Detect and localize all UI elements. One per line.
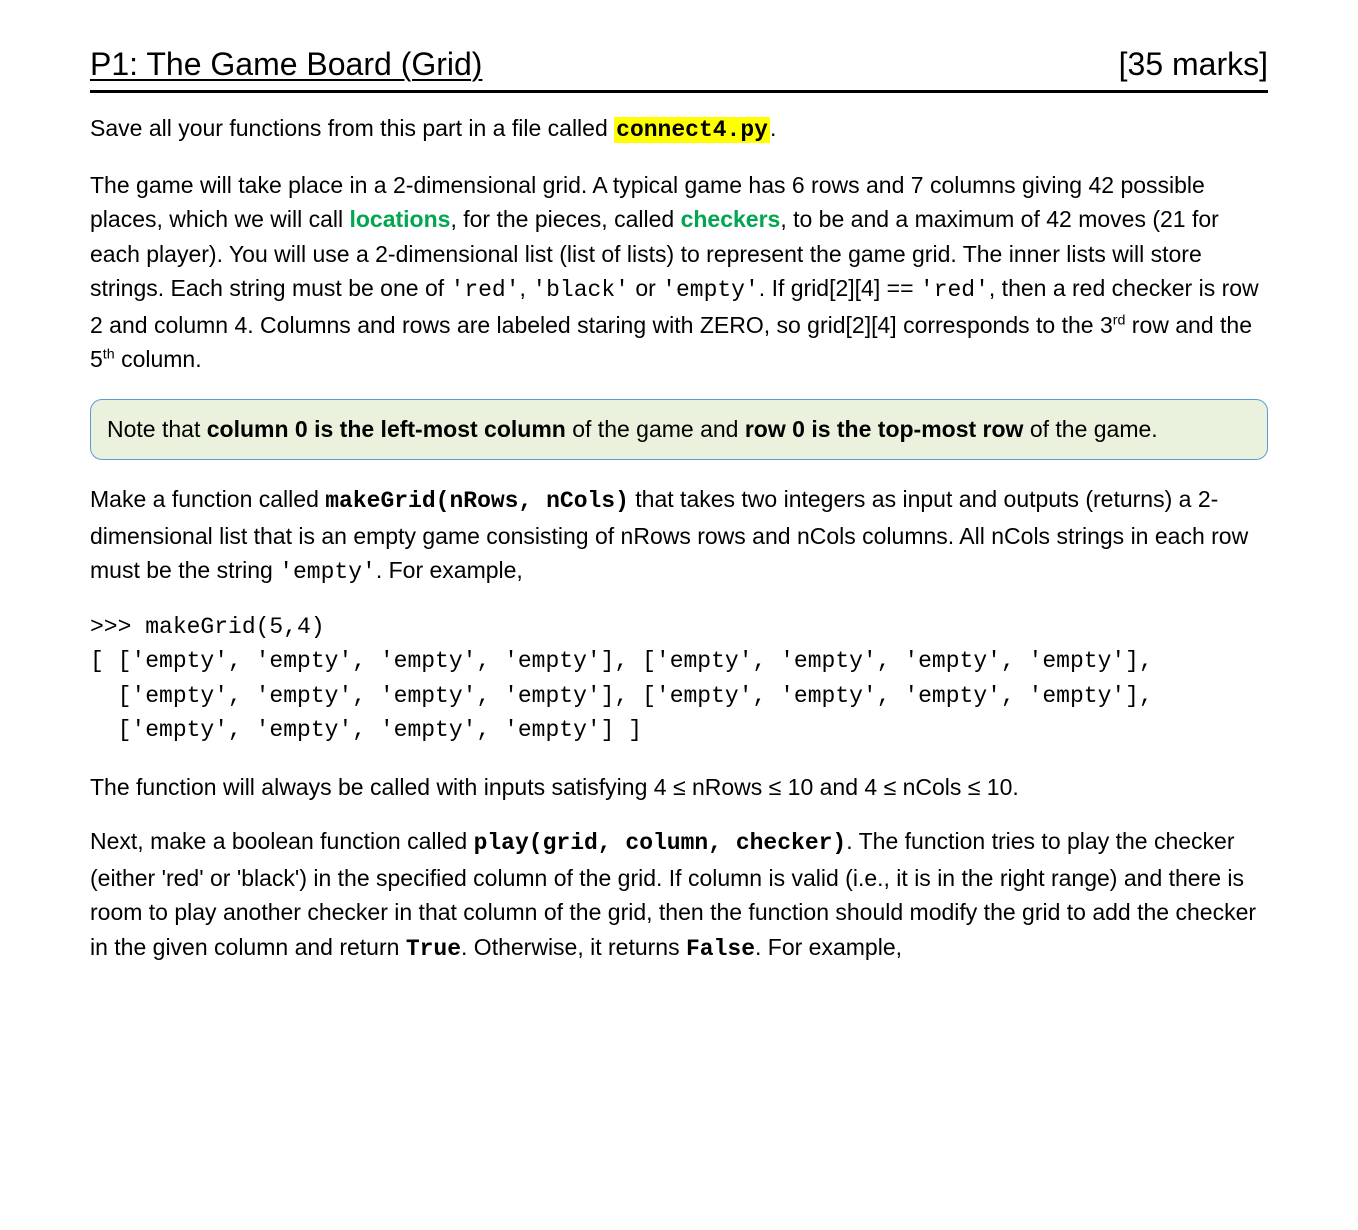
mg-empty: 'empty' bbox=[279, 559, 376, 585]
note-callout: Note that column 0 is the left-most colu… bbox=[90, 399, 1268, 461]
intro-paragraph: Save all your functions from this part i… bbox=[90, 111, 1268, 148]
mg-t3: . For example, bbox=[376, 557, 523, 583]
description-paragraph: The game will take place in a 2-dimensio… bbox=[90, 168, 1268, 377]
fn-makegrid: makeGrid(nRows, nCols) bbox=[325, 488, 629, 514]
play-t1: Next, make a boolean function called bbox=[90, 828, 474, 854]
code-red: 'red' bbox=[451, 277, 520, 303]
sup-th: th bbox=[103, 346, 115, 362]
play-paragraph: Next, make a boolean function called pla… bbox=[90, 824, 1268, 966]
section-title: P1: The Game Board (Grid) bbox=[90, 40, 482, 90]
makegrid-paragraph: Make a function called makeGrid(nRows, n… bbox=[90, 482, 1268, 590]
section-marks: [35 marks] bbox=[1119, 40, 1268, 90]
fn-play: play(grid, column, checker) bbox=[474, 830, 847, 856]
play-t4: . For example, bbox=[755, 934, 902, 960]
term-checkers: checkers bbox=[681, 206, 781, 232]
desc-t2: , for the pieces, called bbox=[450, 206, 680, 232]
play-t3: . Otherwise, it returns bbox=[461, 934, 686, 960]
code-empty: 'empty' bbox=[662, 277, 759, 303]
note-b2: row 0 is the top-most row bbox=[745, 416, 1024, 442]
code-example: >>> makeGrid(5,4) [ ['empty', 'empty', '… bbox=[90, 610, 1268, 748]
code-red2: 'red' bbox=[920, 277, 989, 303]
desc-t8: column. bbox=[115, 346, 202, 372]
code-true: True bbox=[406, 936, 461, 962]
code-black: 'black' bbox=[532, 277, 629, 303]
note-t3: of the game. bbox=[1023, 416, 1157, 442]
code-false: False bbox=[686, 936, 755, 962]
intro-suffix: . bbox=[770, 115, 776, 141]
note-b1: column 0 is the left-most column bbox=[207, 416, 566, 442]
desc-t5: or bbox=[629, 275, 662, 301]
note-t1: Note that bbox=[107, 416, 207, 442]
sup-rd: rd bbox=[1113, 312, 1126, 328]
mg-t1: Make a function called bbox=[90, 486, 325, 512]
desc-t6a: . If grid[2][4] == bbox=[759, 275, 920, 301]
term-locations: locations bbox=[349, 206, 450, 232]
intro-prefix: Save all your functions from this part i… bbox=[90, 115, 614, 141]
filename-highlight: connect4.py bbox=[614, 117, 770, 143]
note-t2: of the game and bbox=[566, 416, 745, 442]
constraint-paragraph: The function will always be called with … bbox=[90, 770, 1268, 805]
desc-t4: , bbox=[520, 275, 533, 301]
section-header: P1: The Game Board (Grid) [35 marks] bbox=[90, 40, 1268, 93]
